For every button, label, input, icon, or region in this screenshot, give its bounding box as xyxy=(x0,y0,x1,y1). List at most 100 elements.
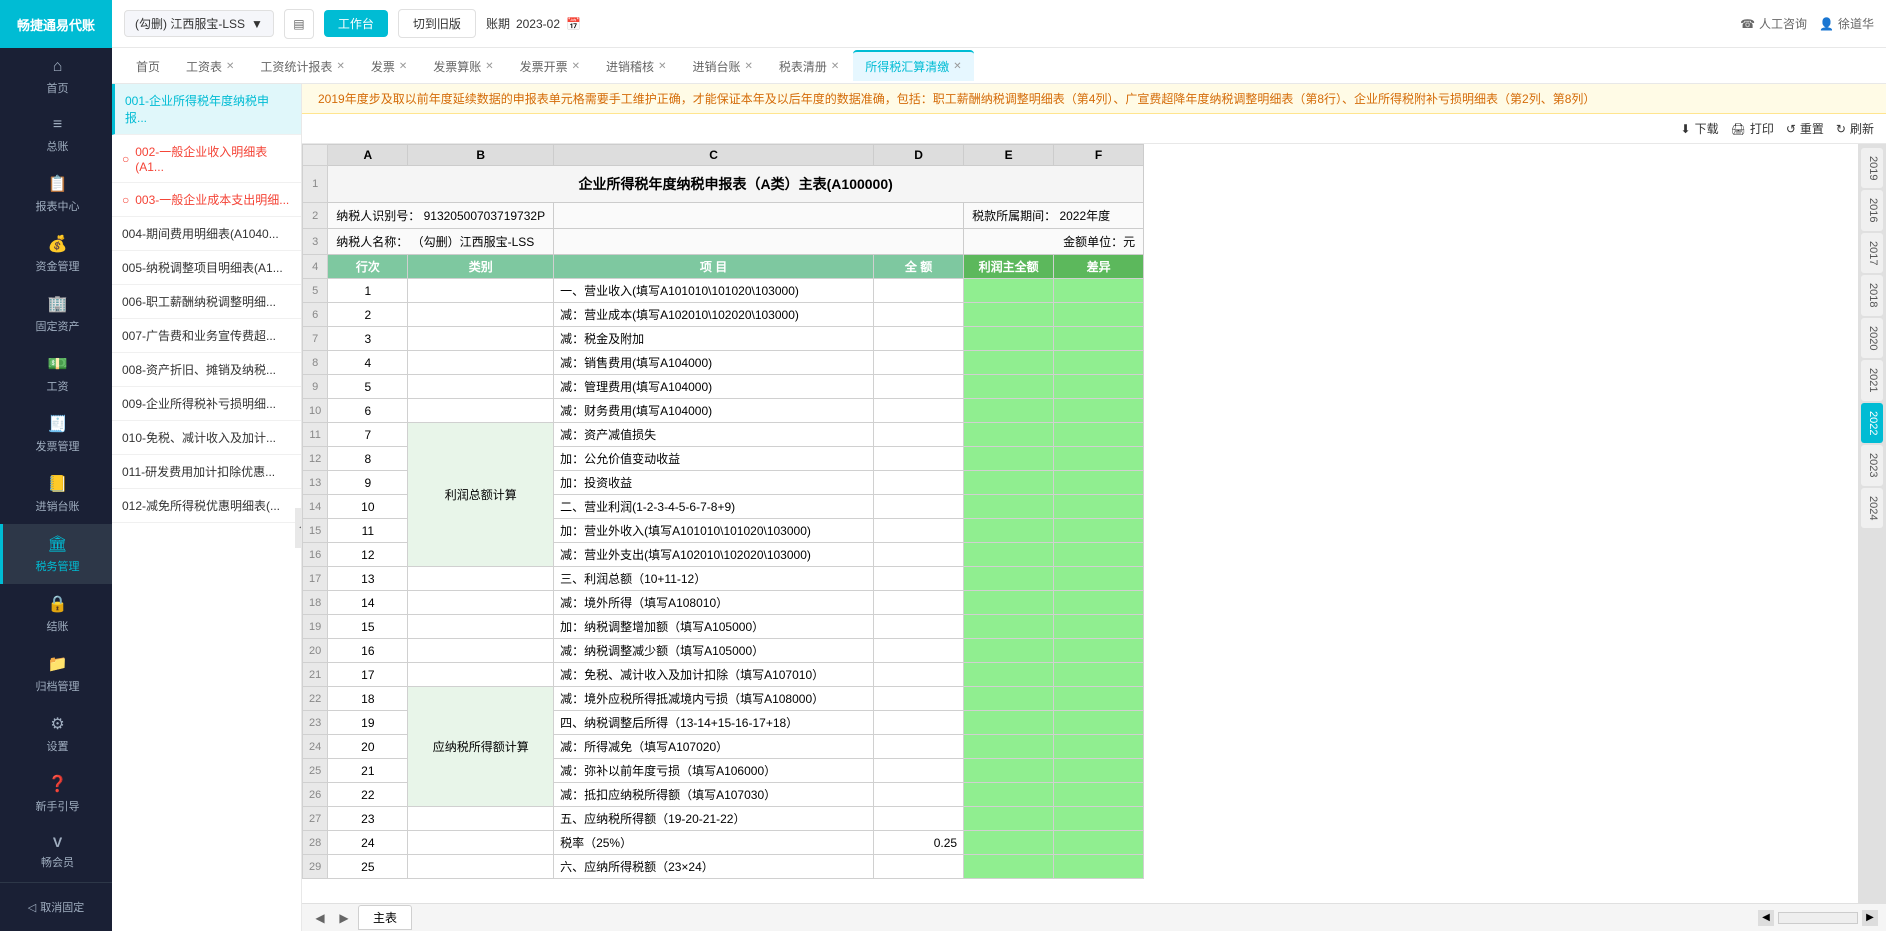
topbar-right: ☎ 人工咨询 👤 徐道华 xyxy=(1740,15,1874,32)
download-icon: ⬇ xyxy=(1681,122,1691,136)
scroll-left-btn[interactable]: ◀ xyxy=(1758,910,1774,926)
left-panel-item-009[interactable]: 009-企业所得税补亏损明细... xyxy=(112,387,301,421)
tab-tax-clear-close[interactable]: ✕ xyxy=(831,61,839,72)
tab-income-tax[interactable]: 所得税汇算清缴 ✕ xyxy=(853,50,973,81)
tab-sales-account-close[interactable]: ✕ xyxy=(744,61,752,72)
print-button[interactable]: 🖨 打印 xyxy=(1731,120,1774,137)
sidebar-item-salary[interactable]: 💵 工资 xyxy=(0,344,112,404)
year-2023[interactable]: 2023 xyxy=(1861,445,1883,485)
tab-invoice-calc[interactable]: 发票算账 ✕ xyxy=(421,50,505,81)
col-e-header: E xyxy=(964,145,1054,166)
left-panel-item-010[interactable]: 010-免税、减计收入及加计... xyxy=(112,421,301,455)
sidebar-item-archive[interactable]: 📁 归档管理 xyxy=(0,644,112,704)
year-2017[interactable]: 2017 xyxy=(1861,233,1883,273)
left-panel-item-012[interactable]: 012-减免所得税优惠明细表(... xyxy=(112,489,301,523)
sheet-tab-main[interactable]: 主表 xyxy=(358,905,412,930)
sidebar-item-guide[interactable]: ❓ 新手引导 xyxy=(0,764,112,824)
table-row: 28 24 税率（25%） 0.25 xyxy=(303,831,1144,855)
tab-invoice-open-label: 发票开票 xyxy=(520,58,568,75)
asset-icon: 🏢 xyxy=(48,294,68,314)
year-2022[interactable]: 2022 xyxy=(1861,403,1883,443)
year-2018[interactable]: 2018 xyxy=(1861,275,1883,315)
company-name: (勾删) 江西服宝-LSS xyxy=(135,15,245,32)
tab-sales-check[interactable]: 进销稽核 ✕ xyxy=(594,50,678,81)
close-icon: 🔒 xyxy=(48,594,68,614)
left-panel-item-007[interactable]: 007-广告费和业务宣传费超... xyxy=(112,319,301,353)
scroll-controls: ◀ ▶ xyxy=(1758,910,1878,926)
doc-icon-btn[interactable]: ▤ xyxy=(284,9,314,39)
left-panel-item-005[interactable]: 005-纳税调整项目明细表(A1... xyxy=(112,251,301,285)
user-service[interactable]: ☎ 人工咨询 xyxy=(1740,15,1807,32)
refresh-button[interactable]: ↻ 刷新 xyxy=(1836,120,1874,137)
taxpayer-id-cell: 纳税人识别号： 91320500703719732P xyxy=(328,203,554,229)
left-panel: 001-企业所得税年度纳税申报... ○ 002-一般企业收入明细表(A1...… xyxy=(112,84,302,931)
sidebar-item-tax[interactable]: 🏛 税务管理 xyxy=(0,524,112,584)
tab-salary[interactable]: 工资表 ✕ xyxy=(174,50,246,81)
year-2019[interactable]: 2019 xyxy=(1861,148,1883,188)
tab-invoice[interactable]: 发票 ✕ xyxy=(359,50,419,81)
year-2021[interactable]: 2021 xyxy=(1861,360,1883,400)
username: 徐道华 xyxy=(1838,15,1874,32)
sidebar-item-asset[interactable]: 🏢 固定资产 xyxy=(0,284,112,344)
sheet-nav-left[interactable]: ◀ xyxy=(310,908,330,928)
settings-icon: ⚙ xyxy=(50,714,64,734)
company-selector[interactable]: (勾删) 江西服宝-LSS ▼ xyxy=(124,10,274,37)
sidebar-item-general[interactable]: ≡ 总账 xyxy=(0,106,112,164)
left-panel-item-002[interactable]: ○ 002-一般企业收入明细表(A1... xyxy=(112,135,301,183)
tab-invoice-open[interactable]: 发票开票 ✕ xyxy=(508,50,592,81)
table-row: 9 5 减：管理费用(填写A104000) xyxy=(303,375,1144,399)
scroll-bar[interactable] xyxy=(1778,912,1858,924)
tab-salary-stats[interactable]: 工资统计报表 ✕ xyxy=(248,50,356,81)
tab-income-tax-close[interactable]: ✕ xyxy=(953,61,961,72)
sidebar-item-archive-label: 归档管理 xyxy=(36,678,80,694)
refresh-label: 刷新 xyxy=(1850,120,1874,137)
calendar-icon[interactable]: 📅 xyxy=(566,17,581,31)
sidebar-item-home[interactable]: ⌂ 首页 xyxy=(0,48,112,106)
sidebar-item-sales-label: 进销台账 xyxy=(36,498,80,514)
workbench-button[interactable]: 工作台 xyxy=(324,10,388,37)
table-row: 10 6 减：财务费用(填写A104000) xyxy=(303,399,1144,423)
year-2016[interactable]: 2016 xyxy=(1861,190,1883,230)
unpin-button[interactable]: ◁ 取消固定 xyxy=(0,891,112,923)
sidebar-item-fund[interactable]: 💰 资金管理 xyxy=(0,224,112,284)
print-icon: 🖨 xyxy=(1731,122,1746,136)
tab-invoice-open-close[interactable]: ✕ xyxy=(572,61,580,72)
taxpayer-name-label: 纳税人名称： xyxy=(336,235,408,249)
empty-2c xyxy=(554,203,964,229)
sidebar-item-sales[interactable]: 📒 进销台账 xyxy=(0,464,112,524)
tab-invoice-calc-close[interactable]: ✕ xyxy=(485,61,493,72)
sidebar-item-close-label: 结账 xyxy=(47,618,69,634)
year-2024[interactable]: 2024 xyxy=(1861,488,1883,528)
left-panel-item-003[interactable]: ○ 003-一般企业成本支出明细... xyxy=(112,183,301,217)
reset-button[interactable]: ↺ 重置 xyxy=(1786,120,1824,137)
sidebar-item-invoice[interactable]: 🧾 发票管理 xyxy=(0,404,112,464)
nav-tabs: 首页 工资表 ✕ 工资统计报表 ✕ 发票 ✕ 发票算账 ✕ 发票开票 ✕ 进销稽… xyxy=(112,48,1886,84)
year-2020[interactable]: 2020 xyxy=(1861,318,1883,358)
left-panel-item-006[interactable]: 006-职工薪酬纳税调整明细... xyxy=(112,285,301,319)
table-row: 11 7 利润总额计算 减：资产减值损失 xyxy=(303,423,1144,447)
sidebar-item-settings[interactable]: ⚙ 设置 xyxy=(0,704,112,764)
left-panel-item-008[interactable]: 008-资产折旧、摊销及纳税... xyxy=(112,353,301,387)
tab-salary-stats-close[interactable]: ✕ xyxy=(336,61,344,72)
sidebar-item-report[interactable]: 📋 报表中心 xyxy=(0,164,112,224)
topbar: (勾删) 江西服宝-LSS ▼ ▤ 工作台 切到旧版 账期 2023-02 📅 … xyxy=(112,0,1886,48)
sidebar-item-member[interactable]: V 畅会员 xyxy=(0,824,112,880)
tab-salary-close[interactable]: ✕ xyxy=(226,61,234,72)
scroll-right-btn[interactable]: ▶ xyxy=(1862,910,1878,926)
col-header-row: A B C D E F xyxy=(303,145,1144,166)
tab-invoice-close[interactable]: ✕ xyxy=(399,61,407,72)
tab-sales-check-close[interactable]: ✕ xyxy=(658,61,666,72)
tab-tax-clear[interactable]: 税表清册 ✕ xyxy=(767,50,851,81)
tab-sales-account[interactable]: 进销台账 ✕ xyxy=(680,50,764,81)
sheet-nav-right[interactable]: ▶ xyxy=(334,908,354,928)
panel-collapse-button[interactable]: ◀ xyxy=(295,508,302,548)
left-panel-item-011[interactable]: 011-研发费用加计扣除优惠... xyxy=(112,455,301,489)
tab-home[interactable]: 首页 xyxy=(124,50,172,81)
data-header-row: 4 行次 类别 项 目 全 额 利润主全额 差异 xyxy=(303,255,1144,279)
left-panel-item-001[interactable]: 001-企业所得税年度纳税申报... xyxy=(112,84,301,135)
left-panel-item-004[interactable]: 004-期间费用明细表(A1040... xyxy=(112,217,301,251)
download-button[interactable]: ⬇ 下载 xyxy=(1681,120,1719,137)
switch-old-button[interactable]: 切到旧版 xyxy=(398,9,476,38)
sidebar-item-close[interactable]: 🔒 结账 xyxy=(0,584,112,644)
table-row: 27 23 五、应纳税所得额（19-20-21-22） xyxy=(303,807,1144,831)
